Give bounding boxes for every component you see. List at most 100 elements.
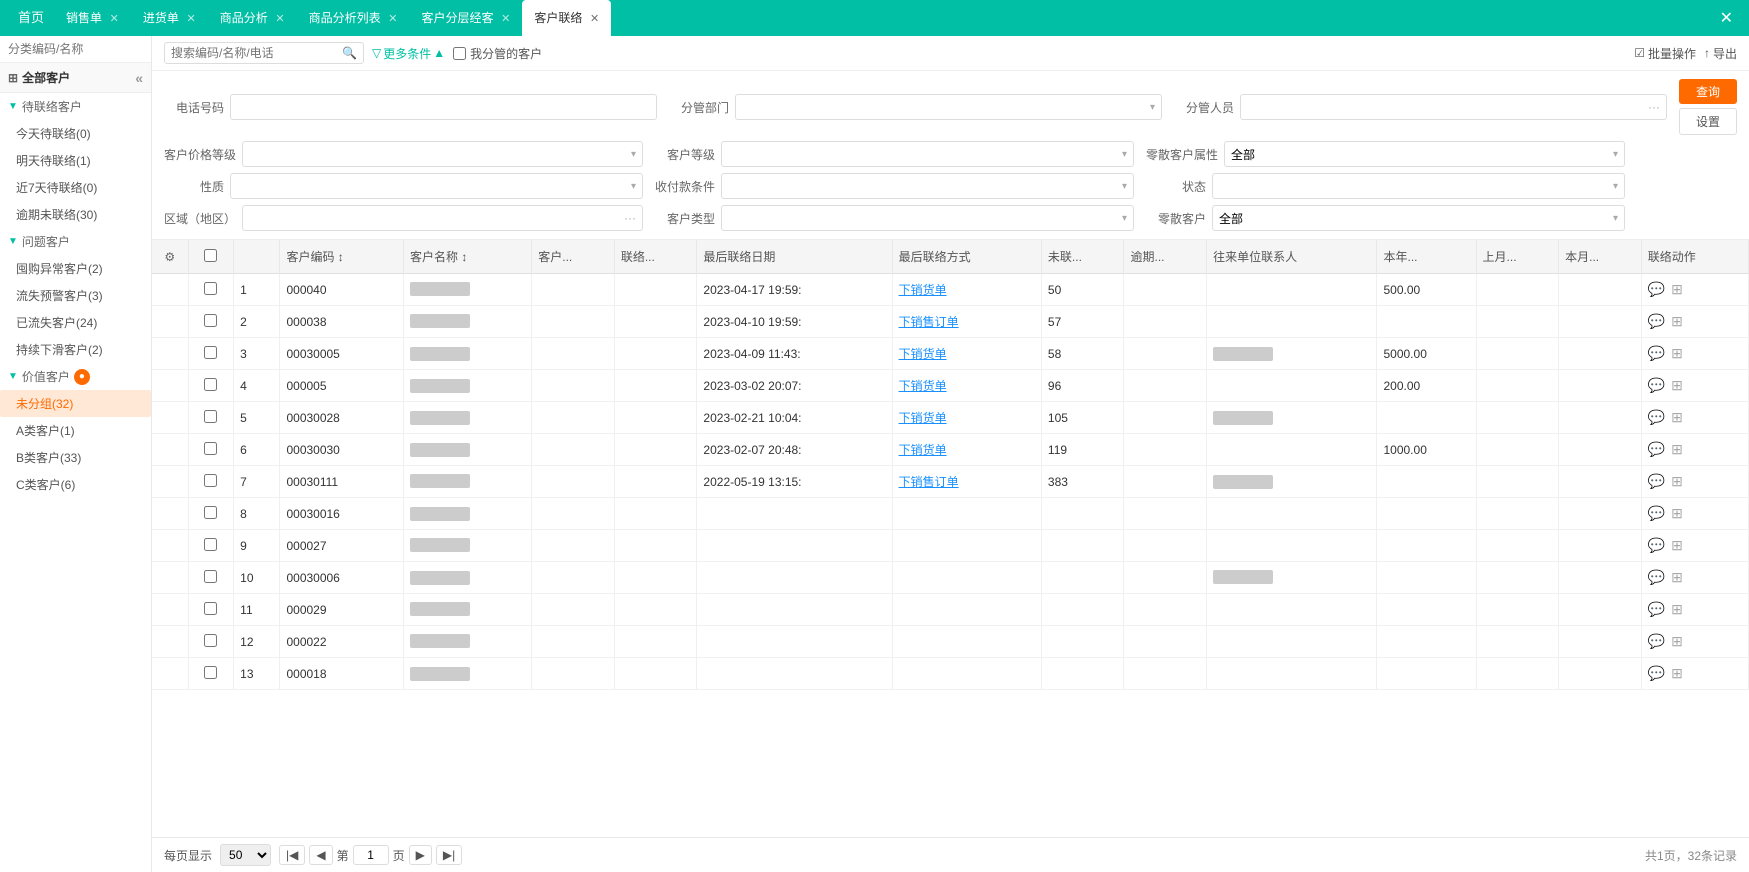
status-select[interactable]: ▾ (1212, 173, 1625, 199)
row-gear[interactable] (152, 658, 188, 690)
gear-column[interactable]: ⚙ (152, 240, 188, 274)
chat-icon[interactable]: 💬 (1648, 345, 1665, 362)
row-gear[interactable] (152, 434, 188, 466)
row-checkbox[interactable] (188, 626, 234, 658)
tab-product-analysis-list[interactable]: 商品分析列表 ✕ (297, 0, 410, 36)
chat-icon[interactable]: 💬 (1648, 473, 1665, 490)
method-link[interactable]: 下销售订单 (899, 315, 959, 329)
chat-icon[interactable]: 💬 (1648, 569, 1665, 586)
batch-operation-btn[interactable]: ☑ 批量操作 (1634, 45, 1696, 62)
sidebar-item-churn-warning[interactable]: 流失预警客户(3) (0, 282, 151, 309)
grid-action-icon[interactable]: ⊞ (1671, 441, 1683, 458)
row-gear[interactable] (152, 530, 188, 562)
chat-icon[interactable]: 💬 (1648, 377, 1665, 394)
manager-select[interactable]: ··· (1240, 94, 1667, 120)
row-checkbox[interactable] (188, 434, 234, 466)
chat-icon[interactable]: 💬 (1648, 601, 1665, 618)
method-link[interactable]: 下销货单 (899, 283, 947, 297)
sidebar-item-declining[interactable]: 持续下滑客户(2) (0, 336, 151, 363)
method-link[interactable]: 下销货单 (899, 411, 947, 425)
name-column[interactable]: 客户名称 ↕ (404, 240, 532, 274)
grid-action-icon[interactable]: ⊞ (1671, 601, 1683, 618)
retail-customer-select[interactable]: 全部 ▾ (1212, 205, 1625, 231)
sidebar-item-ungroup[interactable]: 未分组(32) (0, 390, 151, 417)
export-btn[interactable]: ↑ 导出 (1704, 45, 1737, 62)
row-gear[interactable] (152, 370, 188, 402)
row-gear[interactable] (152, 466, 188, 498)
grid-action-icon[interactable]: ⊞ (1671, 345, 1683, 362)
last-page-btn[interactable]: ▶| (436, 845, 462, 865)
close-tab-product-analysis[interactable]: ✕ (275, 13, 284, 25)
select-all-column[interactable] (188, 240, 234, 274)
grid-action-icon[interactable]: ⊞ (1671, 313, 1683, 330)
grid-action-icon[interactable]: ⊞ (1671, 281, 1683, 298)
ellipsis-icon-2[interactable]: ··· (624, 211, 636, 225)
more-conditions-btn[interactable]: ▽ 更多条件 ▲ (372, 45, 445, 62)
row-gear[interactable] (152, 562, 188, 594)
row-gear[interactable] (152, 498, 188, 530)
sidebar-item-tomorrow-pending[interactable]: 明天待联络(1) (0, 147, 151, 174)
sidebar-all-customers[interactable]: ⊞ 全部客户 « (0, 63, 151, 93)
sidebar-item-7days-pending[interactable]: 近7天待联络(0) (0, 174, 151, 201)
chat-icon[interactable]: 💬 (1648, 409, 1665, 426)
code-column[interactable]: 客户编码 ↕ (280, 240, 404, 274)
query-button[interactable]: 查询 (1679, 79, 1737, 104)
grid-action-icon[interactable]: ⊞ (1671, 505, 1683, 522)
close-window-icon[interactable]: ✕ (1712, 8, 1741, 28)
sidebar-item-churned[interactable]: 已流失客户(24) (0, 309, 151, 336)
sidebar-search-input[interactable] (8, 42, 152, 56)
grid-action-icon[interactable]: ⊞ (1671, 409, 1683, 426)
row-gear[interactable] (152, 402, 188, 434)
sidebar-item-today-pending[interactable]: 今天待联络(0) (0, 120, 151, 147)
dept-select[interactable]: ▾ (735, 94, 1162, 120)
search-input[interactable] (171, 46, 342, 60)
row-checkbox[interactable] (188, 562, 234, 594)
close-tab-product-list[interactable]: ✕ (388, 13, 397, 25)
row-checkbox[interactable] (188, 402, 234, 434)
row-checkbox[interactable] (188, 530, 234, 562)
reset-button[interactable]: 设置 (1679, 108, 1737, 135)
row-checkbox[interactable] (188, 498, 234, 530)
prev-page-btn[interactable]: ◀ (309, 845, 332, 865)
grid-action-icon[interactable]: ⊞ (1671, 665, 1683, 682)
grid-action-icon[interactable]: ⊞ (1671, 377, 1683, 394)
my-customers-check[interactable] (453, 47, 466, 60)
phone-input[interactable] (230, 94, 657, 120)
chat-icon[interactable]: 💬 (1648, 441, 1665, 458)
grid-action-icon[interactable]: ⊞ (1671, 537, 1683, 554)
row-checkbox[interactable] (188, 658, 234, 690)
method-link[interactable]: 下销货单 (899, 347, 947, 361)
tab-customer-segment[interactable]: 客户分层经客 ✕ (409, 0, 522, 36)
sidebar-item-overdue-pending[interactable]: 逾期未联络(30) (0, 201, 151, 228)
per-page-select[interactable]: 50 20 100 (220, 844, 271, 866)
row-gear[interactable] (152, 274, 188, 306)
search-box[interactable]: 🔍 (164, 42, 364, 64)
tab-product-analysis[interactable]: 商品分析 ✕ (208, 0, 297, 36)
row-checkbox[interactable] (188, 274, 234, 306)
first-page-btn[interactable]: |◀ (279, 845, 305, 865)
close-tab-segment[interactable]: ✕ (501, 13, 510, 25)
chat-icon[interactable]: 💬 (1648, 665, 1665, 682)
tab-sales[interactable]: 销售单 ✕ (54, 0, 131, 36)
sidebar-item-class-a[interactable]: A类客户(1) (0, 417, 151, 444)
method-link[interactable]: 下销货单 (899, 443, 947, 457)
grid-action-icon[interactable]: ⊞ (1671, 633, 1683, 650)
row-checkbox[interactable] (188, 306, 234, 338)
grid-action-icon[interactable]: ⊞ (1671, 569, 1683, 586)
sidebar-collapse-icon[interactable]: « (135, 70, 143, 86)
page-input[interactable] (353, 845, 389, 865)
tab-customer-contact[interactable]: 客户联络 ✕ (522, 0, 611, 36)
ellipsis-icon[interactable]: ··· (1648, 100, 1660, 114)
row-checkbox[interactable] (188, 594, 234, 626)
retail-attr-select[interactable]: 全部 ▾ (1224, 141, 1625, 167)
method-link[interactable]: 下销售订单 (899, 475, 959, 489)
sidebar-item-class-b[interactable]: B类客户(33) (0, 444, 151, 471)
region-select[interactable]: ··· (242, 205, 643, 231)
select-all-checkbox[interactable] (204, 249, 217, 262)
chat-icon[interactable]: 💬 (1648, 537, 1665, 554)
price-level-select[interactable]: ▾ (242, 141, 643, 167)
row-checkbox[interactable] (188, 338, 234, 370)
chat-icon[interactable]: 💬 (1648, 313, 1665, 330)
next-page-btn[interactable]: ▶ (409, 845, 432, 865)
tab-home[interactable]: 首页 (8, 0, 54, 36)
